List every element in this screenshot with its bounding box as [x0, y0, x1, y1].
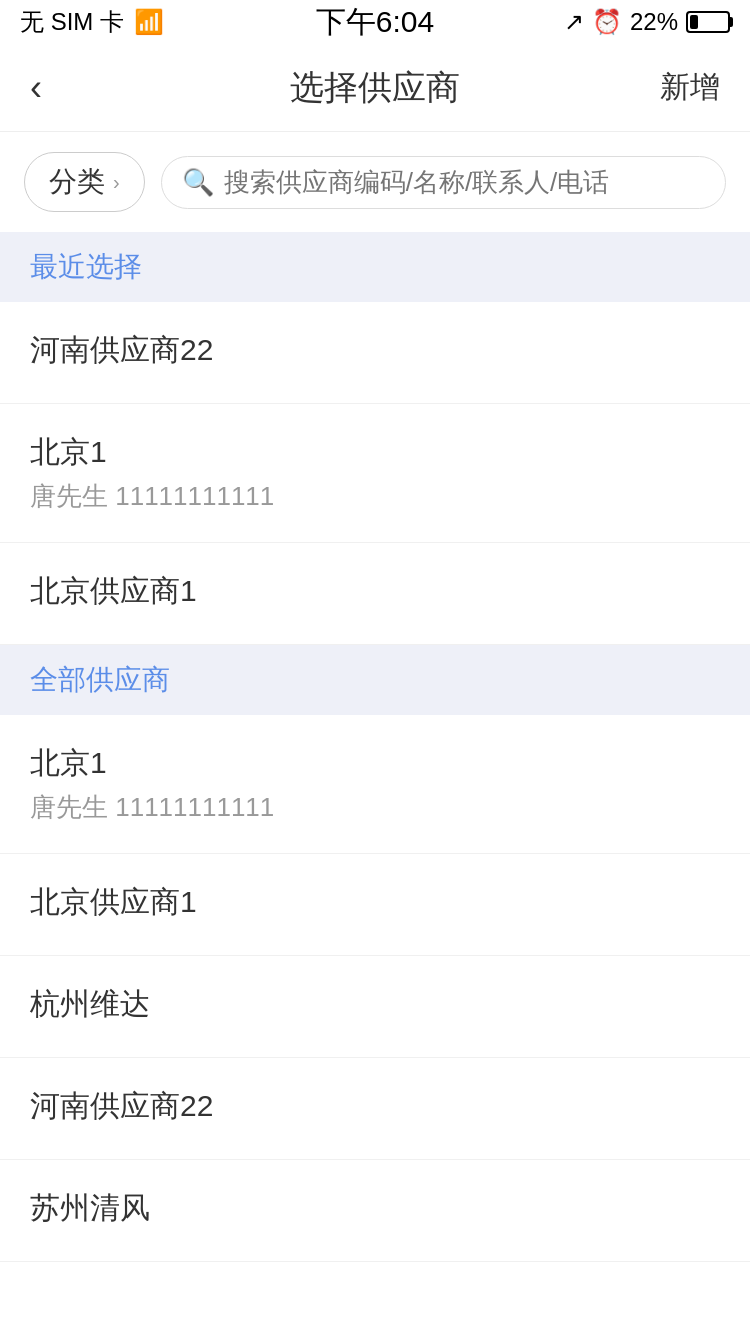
recent-section-label: 最近选择: [30, 251, 142, 282]
list-item[interactable]: 苏州清风: [0, 1160, 750, 1262]
item-name: 河南供应商22: [30, 1086, 720, 1127]
search-box: 🔍: [161, 156, 726, 209]
no-sim-label: 无 SIM 卡: [20, 6, 124, 38]
all-section-header: 全部供应商: [0, 645, 750, 715]
status-bar: 无 SIM 卡 📶 下午6:04 ↗ ⏰ 22%: [0, 0, 750, 44]
category-label: 分类: [49, 163, 105, 201]
recent-section-header: 最近选择: [0, 232, 750, 302]
item-name: 河南供应商22: [30, 330, 720, 371]
status-right: ↗ ⏰ 22%: [564, 8, 730, 36]
search-input[interactable]: [224, 167, 705, 198]
filter-bar: 分类 › 🔍: [0, 132, 750, 232]
list-item[interactable]: 河南供应商22: [0, 302, 750, 404]
status-time: 下午6:04: [316, 2, 434, 43]
item-sub: 唐先生 11111111111: [30, 790, 720, 825]
all-section-label: 全部供应商: [30, 664, 170, 695]
item-name: 北京供应商1: [30, 571, 720, 612]
status-left: 无 SIM 卡 📶: [20, 6, 164, 38]
battery-percent: 22%: [630, 8, 678, 36]
item-name: 北京1: [30, 432, 720, 473]
category-button[interactable]: 分类 ›: [24, 152, 145, 212]
list-item[interactable]: 北京供应商1: [0, 854, 750, 956]
battery-icon: [686, 11, 730, 33]
list-item[interactable]: 杭州维达: [0, 956, 750, 1058]
search-icon: 🔍: [182, 167, 214, 198]
page-title: 选择供应商: [110, 65, 640, 111]
all-list: 北京1 唐先生 11111111111 北京供应商1 杭州维达河南供应商22 苏州清风: [0, 715, 750, 1262]
item-name: 苏州清风: [30, 1188, 720, 1229]
chevron-right-icon: ›: [113, 171, 120, 194]
new-button[interactable]: 新增: [640, 67, 720, 108]
item-sub: 唐先生 11111111111: [30, 479, 720, 514]
item-name: 杭州维达: [30, 984, 720, 1025]
nav-bar: ‹ 选择供应商 新增: [0, 44, 750, 132]
item-name: 北京供应商1: [30, 882, 720, 923]
list-item[interactable]: 北京供应商1: [0, 543, 750, 645]
recent-list: 河南供应商22 北京1 唐先生 11111111111 北京供应商1: [0, 302, 750, 645]
list-item[interactable]: 北京1 唐先生 11111111111: [0, 715, 750, 854]
back-button[interactable]: ‹: [30, 67, 110, 109]
location-icon: ↗: [564, 8, 584, 36]
item-name: 北京1: [30, 743, 720, 784]
list-item[interactable]: 河南供应商22: [0, 1058, 750, 1160]
list-item[interactable]: 北京1 唐先生 11111111111: [0, 404, 750, 543]
wifi-icon: 📶: [134, 8, 164, 36]
alarm-icon: ⏰: [592, 8, 622, 36]
